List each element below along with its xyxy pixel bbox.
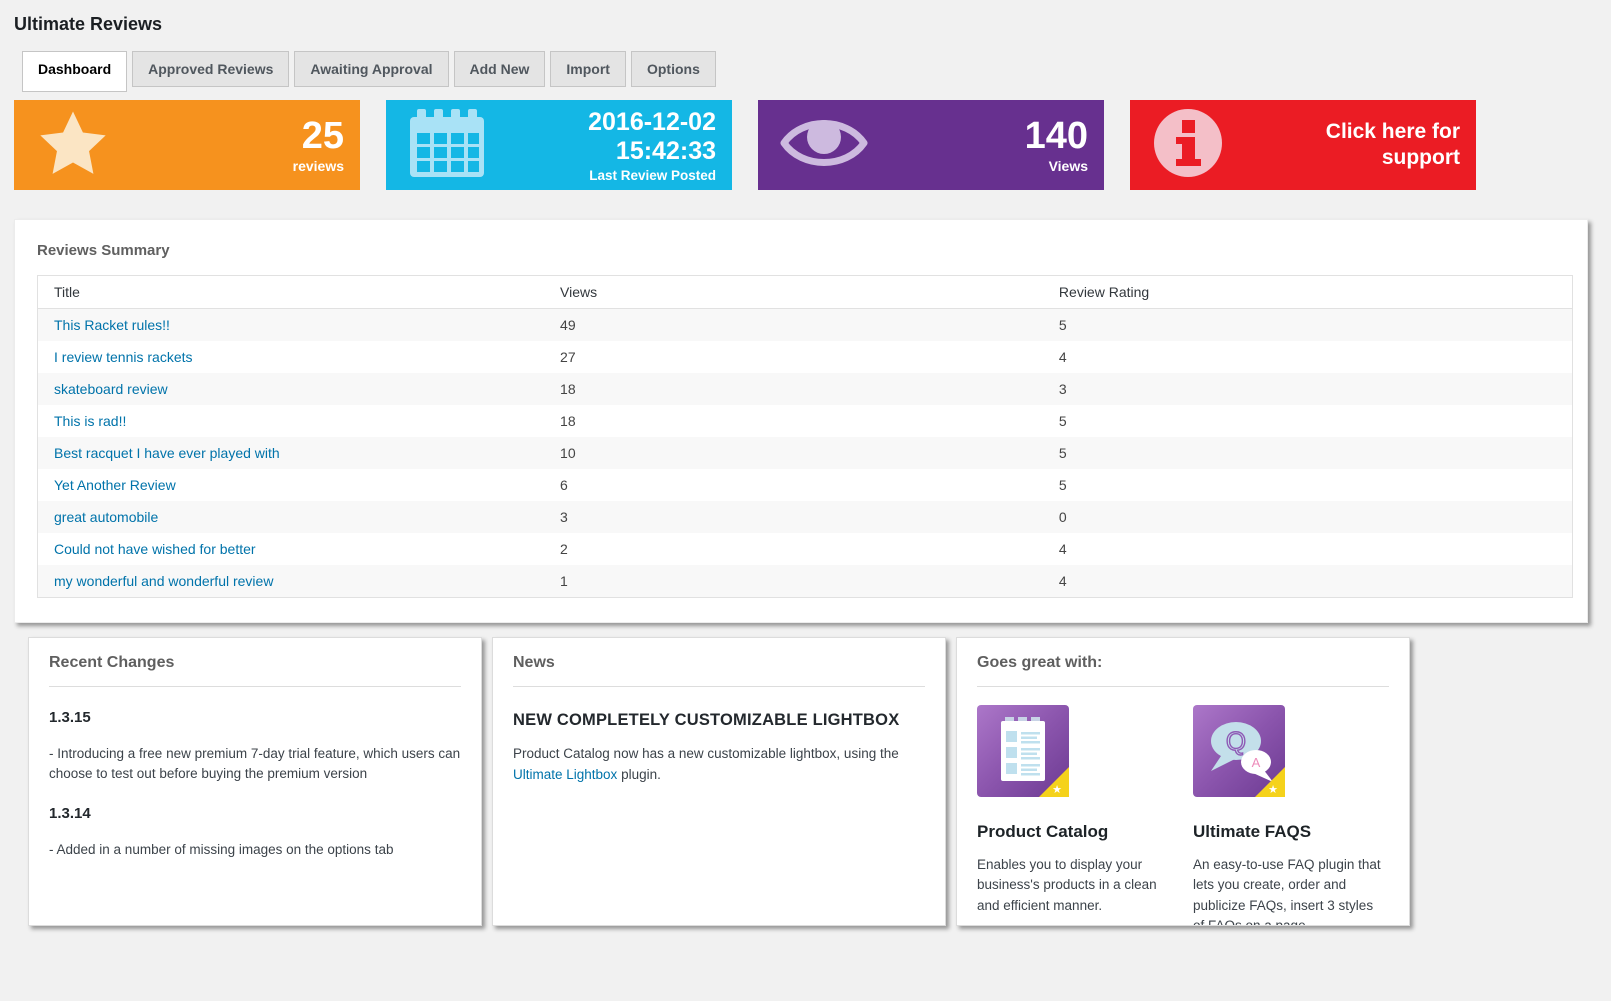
rating-cell: 5 (1043, 405, 1573, 437)
rating-cell: 4 (1043, 341, 1573, 373)
views-cell: 2 (544, 533, 1043, 565)
tab-awaiting-approval[interactable]: Awaiting Approval (294, 51, 448, 87)
table-row: I review tennis rackets 274 (38, 341, 1573, 373)
news-heading: News (513, 654, 925, 687)
table-row: great automobile 30 (38, 501, 1573, 533)
table-row: Best racquet I have ever played with 105 (38, 437, 1573, 469)
reviews-summary-panel: Reviews Summary Title Views Review Ratin… (14, 219, 1588, 623)
plugin-list: ★ Product Catalog Enables you to display… (977, 705, 1389, 926)
review-title-link[interactable]: This is rad!! (54, 413, 126, 429)
column-header-title: Title (38, 276, 545, 309)
table-row: my wonderful and wonderful review 14 (38, 565, 1573, 598)
version-note: - Introducing a free new premium 7-day t… (49, 744, 461, 783)
info-icon (1152, 107, 1224, 184)
version-heading: 1.3.15 (49, 709, 461, 726)
reviews-summary-heading: Reviews Summary (37, 242, 1573, 259)
table-row: This Racket rules!! 495 (38, 309, 1573, 342)
plugin-card-product-catalog: ★ Product Catalog Enables you to display… (977, 705, 1169, 926)
table-row: Yet Another Review 65 (38, 469, 1573, 501)
reviews-summary-table: Title Views Review Rating This Racket ru… (37, 275, 1573, 598)
reviews-count-card: 25 reviews (14, 100, 360, 190)
views-cell: 6 (544, 469, 1043, 501)
news-body-text: Product Catalog now has a new customizab… (513, 746, 899, 761)
tab-add-new[interactable]: Add New (454, 51, 546, 87)
last-review-label: Last Review Posted (588, 169, 716, 183)
views-cell: 18 (544, 405, 1043, 437)
table-row: This is rad!! 185 (38, 405, 1573, 437)
review-title-link[interactable]: skateboard review (54, 381, 168, 397)
support-label: Click here for support (1285, 119, 1460, 172)
eye-icon (780, 114, 868, 177)
news-headline: NEW COMPLETELY CUSTOMIZABLE LIGHTBOX (513, 711, 925, 730)
tab-bar: Dashboard Approved Reviews Awaiting Appr… (0, 51, 1611, 91)
review-title-link[interactable]: I review tennis rackets (54, 349, 193, 365)
product-catalog-icon[interactable]: ★ (977, 705, 1169, 802)
reviews-count-label: reviews (293, 159, 344, 173)
rating-cell: 0 (1043, 501, 1573, 533)
tab-import[interactable]: Import (550, 51, 626, 87)
news-box: News NEW COMPLETELY CUSTOMIZABLE LIGHTBO… (492, 637, 946, 926)
goes-great-with-heading: Goes great with: (977, 654, 1389, 687)
views-cell: 10 (544, 437, 1043, 469)
last-review-card: 2016-12-02 15:42:33 Last Review Posted (386, 100, 732, 190)
svg-text:★: ★ (1052, 784, 1062, 796)
page-title: Ultimate Reviews (0, 0, 1611, 35)
views-cell: 3 (544, 501, 1043, 533)
table-row: skateboard review 183 (38, 373, 1573, 405)
review-title-link[interactable]: This Racket rules!! (54, 317, 170, 333)
views-cell: 18 (544, 373, 1043, 405)
tab-approved-reviews[interactable]: Approved Reviews (132, 51, 289, 87)
column-header-review-rating: Review Rating (1043, 276, 1573, 309)
rating-cell: 5 (1043, 309, 1573, 342)
plugin-card-ultimate-faqs: Q A ★ Ultimate FAQS An easy-to-use FAQ p… (1193, 705, 1385, 926)
goes-great-with-box: Goes great with: (956, 637, 1410, 926)
column-header-views: Views (544, 276, 1043, 309)
views-cell: 1 (544, 565, 1043, 598)
plugin-description: Enables you to display your business's p… (977, 855, 1169, 916)
views-cell: 49 (544, 309, 1043, 342)
rating-cell: 4 (1043, 533, 1573, 565)
support-card[interactable]: Click here for support (1130, 100, 1476, 190)
rating-cell: 5 (1043, 469, 1573, 501)
plugin-name: Ultimate FAQS (1193, 822, 1385, 842)
version-heading: 1.3.14 (49, 805, 461, 822)
views-label: Views (1025, 159, 1088, 173)
review-title-link[interactable]: Could not have wished for better (54, 541, 256, 557)
tab-options[interactable]: Options (631, 51, 716, 87)
version-note: - Added in a number of missing images on… (49, 840, 461, 860)
last-review-time: 15:42:33 (588, 137, 716, 166)
stat-cards-row: 25 reviews (14, 100, 1597, 190)
views-cell: 27 (544, 341, 1043, 373)
star-icon (36, 108, 110, 183)
calendar-icon (408, 109, 484, 182)
review-title-link[interactable]: my wonderful and wonderful review (54, 573, 273, 589)
recent-changes-box: Recent Changes 1.3.15 - Introducing a fr… (28, 637, 482, 926)
plugin-name: Product Catalog (977, 822, 1169, 842)
review-title-link[interactable]: great automobile (54, 509, 158, 525)
ultimate-faqs-icon[interactable]: Q A ★ (1193, 705, 1385, 802)
rating-cell: 5 (1043, 437, 1573, 469)
rating-cell: 4 (1043, 565, 1573, 598)
table-header-row: Title Views Review Rating (38, 276, 1573, 309)
table-row: Could not have wished for better 24 (38, 533, 1573, 565)
ultimate-reviews-page: Ultimate Reviews Dashboard Approved Revi… (0, 0, 1611, 926)
rating-cell: 3 (1043, 373, 1573, 405)
views-card: 140 Views (758, 100, 1104, 190)
news-body: Product Catalog now has a new customizab… (513, 744, 925, 786)
ultimate-lightbox-link[interactable]: Ultimate Lightbox (513, 767, 617, 782)
svg-text:A: A (1252, 755, 1261, 770)
tab-dashboard[interactable]: Dashboard (22, 51, 127, 92)
views-value: 140 (1025, 117, 1088, 155)
last-review-date: 2016-12-02 (588, 108, 716, 137)
recent-changes-heading: Recent Changes (49, 654, 461, 687)
news-body-text: plugin. (617, 767, 661, 782)
plugin-description: An easy-to-use FAQ plugin that lets you … (1193, 855, 1385, 926)
review-title-link[interactable]: Yet Another Review (54, 477, 176, 493)
svg-text:Q: Q (1226, 726, 1246, 756)
bottom-boxes-row: Recent Changes 1.3.15 - Introducing a fr… (28, 637, 1611, 926)
review-title-link[interactable]: Best racquet I have ever played with (54, 445, 280, 461)
reviews-count-value: 25 (293, 117, 344, 155)
svg-text:★: ★ (1268, 784, 1278, 796)
